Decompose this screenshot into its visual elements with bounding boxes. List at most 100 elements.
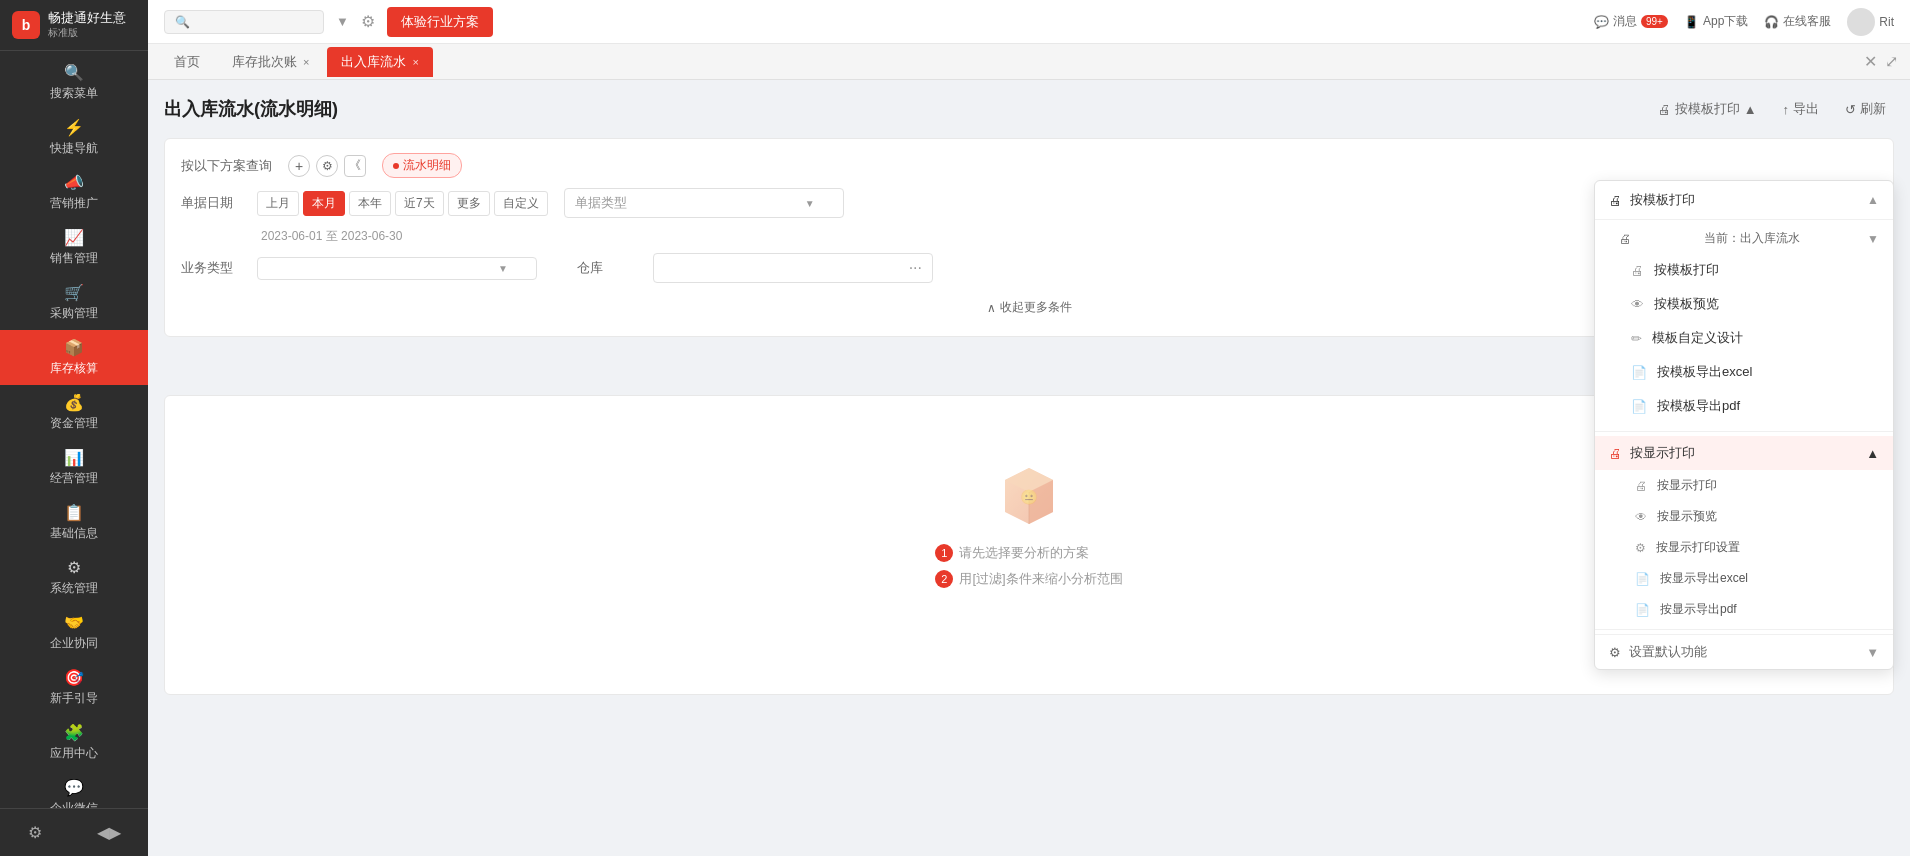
sidebar-item-shortcut[interactable]: ⚡ 快捷导航 bbox=[0, 110, 148, 165]
warehouse-select[interactable]: ··· bbox=[653, 253, 933, 283]
template-preview-icon: 👁 bbox=[1631, 297, 1644, 312]
content-area: 出入库流水(流水明细) 🖨 按模板打印 ▲ ↑ 导出 ↺ 刷新 bbox=[148, 80, 1910, 856]
apps-icon: 🧩 bbox=[64, 723, 84, 742]
user-avatar-area[interactable]: Rit bbox=[1847, 8, 1894, 36]
display-export-pdf-label: 按显示导出pdf bbox=[1660, 601, 1737, 618]
business-type-select[interactable]: ▼ bbox=[257, 257, 537, 280]
purchase-icon: 🛒 bbox=[64, 283, 84, 302]
sidebar-collapse-btn[interactable]: ◀▶ bbox=[93, 819, 125, 846]
doc-type-label: 单据类型 bbox=[575, 194, 627, 212]
trial-button[interactable]: 体验行业方案 bbox=[387, 7, 493, 37]
set-default-icon: ⚙ bbox=[1609, 645, 1621, 660]
tab-maximize-btn[interactable]: ⤢ bbox=[1885, 52, 1898, 71]
export-icon: ↑ bbox=[1783, 102, 1790, 117]
tab-home[interactable]: 首页 bbox=[160, 47, 214, 77]
filter-row-1: 按以下方案查询 + ⚙ 《 流水明细 bbox=[181, 153, 1877, 178]
display-print-icon: 🖨 bbox=[1635, 479, 1647, 493]
template-export-excel-item[interactable]: 📄 按模板导出excel bbox=[1595, 355, 1893, 389]
date-range-display: 2023-06-01 至 2023-06-30 bbox=[261, 229, 402, 243]
tab-batch-account-close[interactable]: × bbox=[303, 56, 309, 68]
tab-flow-label: 出入库流水 bbox=[341, 53, 406, 71]
print-icon: 🖨 bbox=[1658, 102, 1671, 117]
message-label: 消息 bbox=[1613, 13, 1637, 30]
empty-state-icon: 😐 bbox=[989, 456, 1069, 536]
sidebar-item-system[interactable]: ⚙ 系统管理 bbox=[0, 550, 148, 605]
refresh-button[interactable]: ↺ 刷新 bbox=[1837, 96, 1894, 122]
template-print-item[interactable]: 🖨 按模板打印 bbox=[1595, 253, 1893, 287]
tab-batch-account-label: 库存批次账 bbox=[232, 53, 297, 71]
sidebar-item-search[interactable]: 🔍 搜索菜单 bbox=[0, 55, 148, 110]
sidebar-item-marketing[interactable]: 📣 营销推广 bbox=[0, 165, 148, 220]
sidebar-settings-btn[interactable]: ⚙ bbox=[24, 819, 46, 846]
warehouse-filter-label: 仓库 bbox=[577, 259, 637, 277]
template-preview-item[interactable]: 👁 按模板预览 bbox=[1595, 287, 1893, 321]
service-label: 在线客服 bbox=[1783, 13, 1831, 30]
date-btn-last-month[interactable]: 上月 bbox=[257, 191, 299, 216]
sidebar-item-sales[interactable]: 📈 销售管理 bbox=[0, 220, 148, 275]
date-btn-this-month[interactable]: 本月 bbox=[303, 191, 345, 216]
display-preview-item[interactable]: 👁 按显示预览 bbox=[1595, 501, 1893, 532]
tab-close-panel-btn[interactable]: ✕ bbox=[1864, 52, 1877, 71]
operations-icon: 📊 bbox=[64, 448, 84, 467]
finance-icon: 💰 bbox=[64, 393, 84, 412]
sidebar-item-finance[interactable]: 💰 资金管理 bbox=[0, 385, 148, 440]
sidebar-item-purchase[interactable]: 🛒 采购管理 bbox=[0, 275, 148, 330]
print-template-button[interactable]: 🖨 按模板打印 ▲ bbox=[1650, 96, 1765, 122]
date-btn-last7days[interactable]: 近7天 bbox=[395, 191, 444, 216]
app-download-button[interactable]: 📱 App下载 bbox=[1684, 13, 1748, 30]
set-default-footer[interactable]: ⚙ 设置默认功能 ▼ bbox=[1595, 634, 1893, 669]
export-button[interactable]: ↑ 导出 bbox=[1775, 96, 1828, 122]
header-search-box[interactable]: 🔍 bbox=[164, 10, 324, 34]
date-btn-more[interactable]: 更多 bbox=[448, 191, 490, 216]
warehouse-more-icon[interactable]: ··· bbox=[909, 259, 922, 277]
sidebar-item-apps[interactable]: 🧩 应用中心 bbox=[0, 715, 148, 770]
template-print-label: 按模板打印 bbox=[1654, 261, 1719, 279]
sidebar: b 畅捷通好生意 标准版 🔍 搜索菜单 ⚡ 快捷导航 📣 营销推广 📈 销售管理… bbox=[0, 0, 148, 856]
sidebar-item-basics[interactable]: 📋 基础信息 bbox=[0, 495, 148, 550]
dropdown-chevron-up[interactable]: ▲ bbox=[1867, 193, 1879, 207]
sidebar-item-purchase-label: 采购管理 bbox=[50, 305, 98, 322]
filter-type-tag[interactable]: 流水明细 bbox=[382, 153, 462, 178]
display-print-settings-item[interactable]: ⚙ 按显示打印设置 bbox=[1595, 532, 1893, 563]
filter-settings-button[interactable]: ⚙ bbox=[316, 155, 338, 177]
sidebar-item-basics-label: 基础信息 bbox=[50, 525, 98, 542]
display-print-label: 按显示打印 bbox=[1657, 477, 1717, 494]
filter-collapse-button[interactable]: 《 bbox=[344, 155, 366, 177]
sidebar-item-search-label: 搜索菜单 bbox=[50, 85, 98, 102]
sidebar-item-inventory[interactable]: 📦 库存核算 bbox=[0, 330, 148, 385]
tab-flow-close[interactable]: × bbox=[412, 56, 418, 68]
template-custom-item[interactable]: ✏ 模板自定义设计 bbox=[1595, 321, 1893, 355]
tab-batch-account[interactable]: 库存批次账 × bbox=[218, 47, 323, 77]
sidebar-footer: ⚙ ◀▶ bbox=[0, 808, 148, 856]
template-export-pdf-item[interactable]: 📄 按模板导出pdf bbox=[1595, 389, 1893, 423]
tab-flow[interactable]: 出入库流水 × bbox=[327, 47, 432, 77]
display-export-pdf-item[interactable]: 📄 按显示导出pdf bbox=[1595, 594, 1893, 625]
header-search-icon: 🔍 bbox=[175, 15, 190, 29]
marketing-icon: 📣 bbox=[64, 173, 84, 192]
doc-type-select[interactable]: 单据类型 ▼ bbox=[564, 188, 844, 218]
print-dropdown-panel: 🖨 按模板打印 ▲ 🖨 当前：出入库流水 ▼ 🖨 按模板打印 👁 按模板预览 bbox=[1594, 180, 1894, 670]
display-print-header[interactable]: 🖨 按显示打印 ▲ bbox=[1595, 436, 1893, 470]
sidebar-item-weixin[interactable]: 💬 企业微信 bbox=[0, 770, 148, 808]
date-filter-label: 单据日期 bbox=[181, 194, 241, 212]
sidebar-item-collab[interactable]: 🤝 企业协同 bbox=[0, 605, 148, 660]
filter-add-button[interactable]: + bbox=[288, 155, 310, 177]
date-btn-custom[interactable]: 自定义 bbox=[494, 191, 548, 216]
date-btn-this-year[interactable]: 本年 bbox=[349, 191, 391, 216]
online-service-button[interactable]: 🎧 在线客服 bbox=[1764, 13, 1831, 30]
header-settings-icon[interactable]: ⚙ bbox=[361, 12, 375, 31]
display-print-chevron: ▲ bbox=[1866, 446, 1879, 461]
filter-tag-dot bbox=[393, 163, 399, 169]
dropdown-divider-2 bbox=[1595, 629, 1893, 630]
sidebar-item-guide[interactable]: 🎯 新手引导 bbox=[0, 660, 148, 715]
top-header: 🔍 ▼ ⚙ 体验行业方案 💬 消息 99+ 📱 App下载 🎧 在线客服 Rit bbox=[148, 0, 1910, 44]
dropdown-current-item[interactable]: 🖨 当前：出入库流水 ▼ bbox=[1595, 224, 1893, 253]
page-actions: 🖨 按模板打印 ▲ ↑ 导出 ↺ 刷新 bbox=[1650, 96, 1894, 122]
display-export-excel-item[interactable]: 📄 按显示导出excel bbox=[1595, 563, 1893, 594]
sidebar-item-operations[interactable]: 📊 经营管理 bbox=[0, 440, 148, 495]
display-preview-icon: 👁 bbox=[1635, 510, 1647, 524]
collab-icon: 🤝 bbox=[64, 613, 84, 632]
display-print-item[interactable]: 🖨 按显示打印 bbox=[1595, 470, 1893, 501]
header-dropdown-icon[interactable]: ▼ bbox=[336, 14, 349, 29]
message-button[interactable]: 💬 消息 99+ bbox=[1594, 13, 1668, 30]
